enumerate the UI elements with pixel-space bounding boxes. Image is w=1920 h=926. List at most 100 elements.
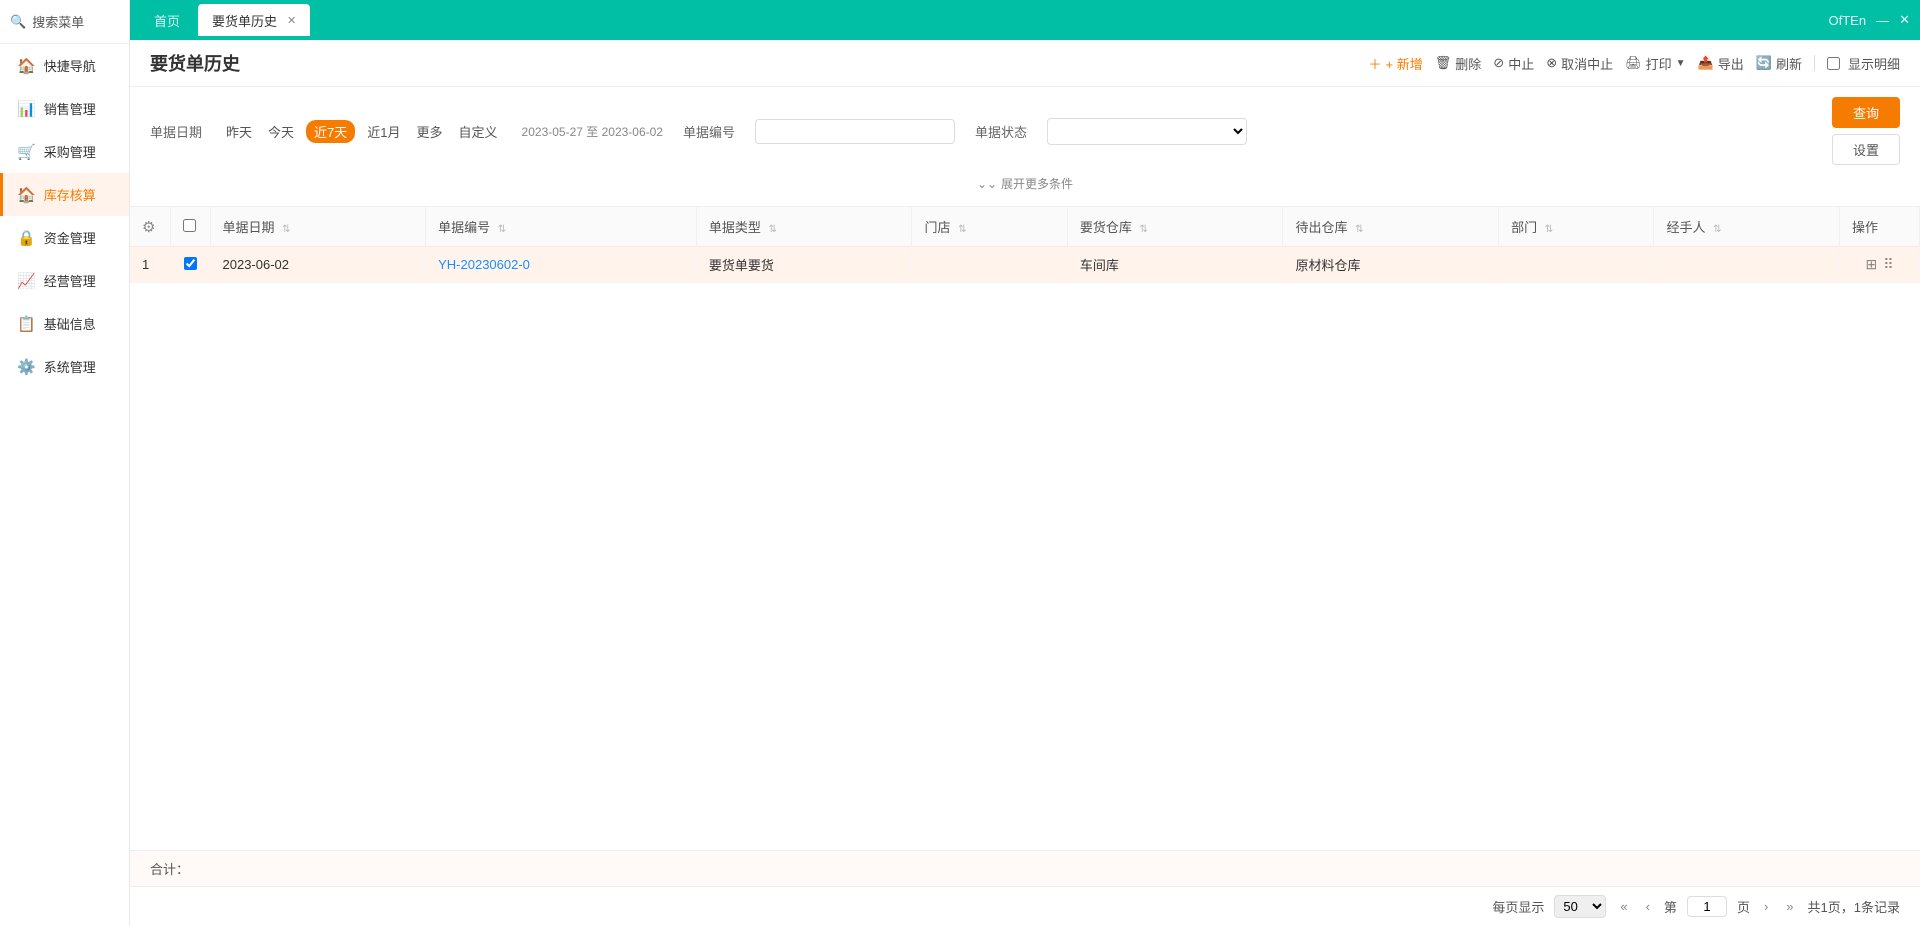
print-button[interactable]: 🖨 打印 ▼ bbox=[1625, 54, 1685, 73]
row-no: YH-20230602-0 bbox=[426, 247, 697, 283]
delete-button[interactable]: 🗑 删除 bbox=[1435, 54, 1482, 73]
sidebar-item-purchase[interactable]: 🛒 采购管理 bbox=[0, 130, 129, 173]
row-department bbox=[1499, 247, 1654, 283]
col-no-label: 单据编号 bbox=[438, 220, 490, 235]
filter-row-1: 单据日期 昨天 今天 近7天 近1月 更多 自定义 2023-05-27 至 2… bbox=[150, 97, 1900, 165]
date-sort-icon[interactable]: ⇅ bbox=[282, 224, 290, 235]
display-detail-checkbox[interactable] bbox=[1827, 57, 1840, 70]
sidebar-item-inventory[interactable]: 🏠 库存核算 bbox=[0, 173, 129, 216]
page-unit: 页 bbox=[1737, 897, 1750, 916]
col-action: 操作 bbox=[1840, 207, 1920, 247]
row-req-warehouse: 车间库 bbox=[1067, 247, 1283, 283]
row-type: 要货单要货 bbox=[696, 247, 912, 283]
filter-settings-button[interactable]: 设置 bbox=[1832, 134, 1900, 165]
suspend-icon: ⊘ bbox=[1493, 55, 1504, 71]
sidebar-item-operations[interactable]: 📈 经营管理 bbox=[0, 259, 129, 302]
no-sort-icon[interactable]: ⇅ bbox=[498, 224, 506, 235]
req-warehouse-sort-icon[interactable]: ⇅ bbox=[1139, 224, 1147, 235]
table-header-row: ⚙ 单据日期 ⇅ 单据编号 ⇅ bbox=[130, 207, 1920, 247]
print-chevron-icon: ▼ bbox=[1676, 58, 1686, 69]
last-page-btn[interactable]: » bbox=[1782, 897, 1797, 916]
print-icon: 🖨 bbox=[1625, 55, 1642, 71]
department-sort-icon[interactable]: ⇅ bbox=[1545, 224, 1553, 235]
table-row[interactable]: 1 2023-06-02 YH-20230602-0 要货单要货 车间库 原材料… bbox=[130, 247, 1920, 283]
toolbar-divider bbox=[1814, 55, 1815, 71]
page-title: 要货单历史 bbox=[150, 50, 240, 76]
sidebar-item-finance[interactable]: 🔒 资金管理 bbox=[0, 216, 129, 259]
display-detail-label: 显示明细 bbox=[1848, 54, 1900, 73]
bill-no-label: 单据编号 bbox=[683, 122, 735, 141]
export-button[interactable]: 📤 导出 bbox=[1698, 54, 1744, 73]
sidebar-item-label: 采购管理 bbox=[44, 142, 96, 161]
date-opt-custom[interactable]: 自定义 bbox=[455, 121, 502, 142]
main-area: 首页 要货单历史 ✕ OfTEn — ✕ 要货单历史 ＋ + 新增 🗑 删除 bbox=[130, 0, 1920, 926]
col-date: 单据日期 ⇅ bbox=[210, 207, 426, 247]
table-footer: 合计： bbox=[130, 850, 1920, 886]
tab-requisition-history[interactable]: 要货单历史 ✕ bbox=[198, 4, 310, 36]
row-no-link[interactable]: YH-20230602-0 bbox=[438, 257, 530, 272]
col-settings: ⚙ bbox=[130, 207, 170, 247]
sidebar-item-label: 系统管理 bbox=[44, 357, 96, 376]
bill-no-input[interactable] bbox=[755, 119, 955, 144]
page-size-select[interactable]: 50 10 20 100 bbox=[1554, 895, 1606, 918]
query-button[interactable]: 查询 bbox=[1832, 97, 1900, 128]
print-label: 打印 bbox=[1646, 54, 1672, 73]
sidebar-item-quick-nav[interactable]: 🏠 快捷导航 bbox=[0, 44, 129, 87]
data-table: ⚙ 单据日期 ⇅ 单据编号 ⇅ bbox=[130, 207, 1920, 283]
sidebar-item-label: 库存核算 bbox=[44, 185, 96, 204]
sidebar: 🔍 搜索菜单 🏠 快捷导航 📊 销售管理 🛒 采购管理 🏠 库存核算 🔒 资金管… bbox=[0, 0, 130, 926]
row-handler bbox=[1654, 247, 1840, 283]
sidebar-item-basic-info[interactable]: 📋 基础信息 bbox=[0, 302, 129, 345]
date-opt-today[interactable]: 今天 bbox=[264, 121, 298, 142]
status-select[interactable] bbox=[1047, 118, 1247, 145]
new-icon: ＋ bbox=[1369, 54, 1382, 73]
row-checkbox[interactable] bbox=[170, 247, 210, 283]
refresh-icon: 🔄 bbox=[1756, 55, 1772, 71]
display-detail-toggle[interactable]: 显示明细 bbox=[1827, 54, 1900, 73]
row-edit-icon[interactable]: ⊞ bbox=[1866, 256, 1878, 273]
handler-sort-icon[interactable]: ⇅ bbox=[1713, 224, 1721, 235]
col-action-label: 操作 bbox=[1852, 220, 1878, 235]
sidebar-item-label: 经营管理 bbox=[44, 271, 96, 290]
new-button[interactable]: ＋ + 新增 bbox=[1369, 54, 1423, 73]
filter-area: 单据日期 昨天 今天 近7天 近1月 更多 自定义 2023-05-27 至 2… bbox=[130, 87, 1920, 207]
sidebar-item-system[interactable]: ⚙️ 系统管理 bbox=[0, 345, 129, 388]
col-store-label: 门店 bbox=[924, 220, 950, 235]
date-opt-1month[interactable]: 近1月 bbox=[363, 121, 404, 142]
date-opt-more[interactable]: 更多 bbox=[413, 121, 447, 142]
sidebar-search[interactable]: 🔍 搜索菜单 bbox=[0, 0, 129, 44]
close-window-btn[interactable]: ✕ bbox=[1899, 12, 1910, 28]
expand-more-btn[interactable]: ⌄⌄ 展开更多条件 bbox=[150, 171, 1900, 196]
new-label: + 新增 bbox=[1386, 54, 1423, 73]
col-pending-warehouse: 待出仓库 ⇅ bbox=[1283, 207, 1499, 247]
page-header: 要货单历史 ＋ + 新增 🗑 删除 ⊘ 中止 ⊗ 取消中止 bbox=[130, 40, 1920, 87]
toolbar: ＋ + 新增 🗑 删除 ⊘ 中止 ⊗ 取消中止 🖨 打印 bbox=[1369, 54, 1900, 73]
type-sort-icon[interactable]: ⇅ bbox=[768, 224, 776, 235]
tab-home[interactable]: 首页 bbox=[140, 4, 194, 36]
next-page-btn[interactable]: › bbox=[1760, 897, 1772, 916]
date-opt-yesterday[interactable]: 昨天 bbox=[222, 121, 256, 142]
suspend-button[interactable]: ⊘ 中止 bbox=[1493, 54, 1534, 73]
total-label: 合计： bbox=[150, 862, 189, 877]
cancel-suspend-label: 取消中止 bbox=[1561, 54, 1613, 73]
date-opt-7days[interactable]: 近7天 bbox=[306, 120, 355, 143]
col-store: 门店 ⇅ bbox=[912, 207, 1067, 247]
col-checkbox bbox=[170, 207, 210, 247]
sidebar-item-sales[interactable]: 📊 销售管理 bbox=[0, 87, 129, 130]
export-label: 导出 bbox=[1718, 54, 1744, 73]
col-req-warehouse: 要货仓库 ⇅ bbox=[1067, 207, 1283, 247]
row-more-icon[interactable]: ⠿ bbox=[1883, 256, 1893, 273]
pending-warehouse-sort-icon[interactable]: ⇅ bbox=[1355, 224, 1363, 235]
tab-close-icon[interactable]: ✕ bbox=[287, 14, 296, 27]
system-icon: ⚙️ bbox=[17, 358, 36, 376]
column-settings-btn[interactable]: ⚙ bbox=[142, 218, 155, 236]
select-all-checkbox[interactable] bbox=[183, 219, 196, 232]
refresh-button[interactable]: 🔄 刷新 bbox=[1756, 54, 1802, 73]
minimize-btn[interactable]: — bbox=[1876, 13, 1889, 28]
prev-page-btn[interactable]: ‹ bbox=[1642, 897, 1654, 916]
page-number-input[interactable] bbox=[1687, 896, 1727, 917]
store-sort-icon[interactable]: ⇅ bbox=[958, 224, 966, 235]
row-store bbox=[912, 247, 1067, 283]
first-page-btn[interactable]: « bbox=[1616, 897, 1631, 916]
cancel-suspend-button[interactable]: ⊗ 取消中止 bbox=[1546, 54, 1613, 73]
